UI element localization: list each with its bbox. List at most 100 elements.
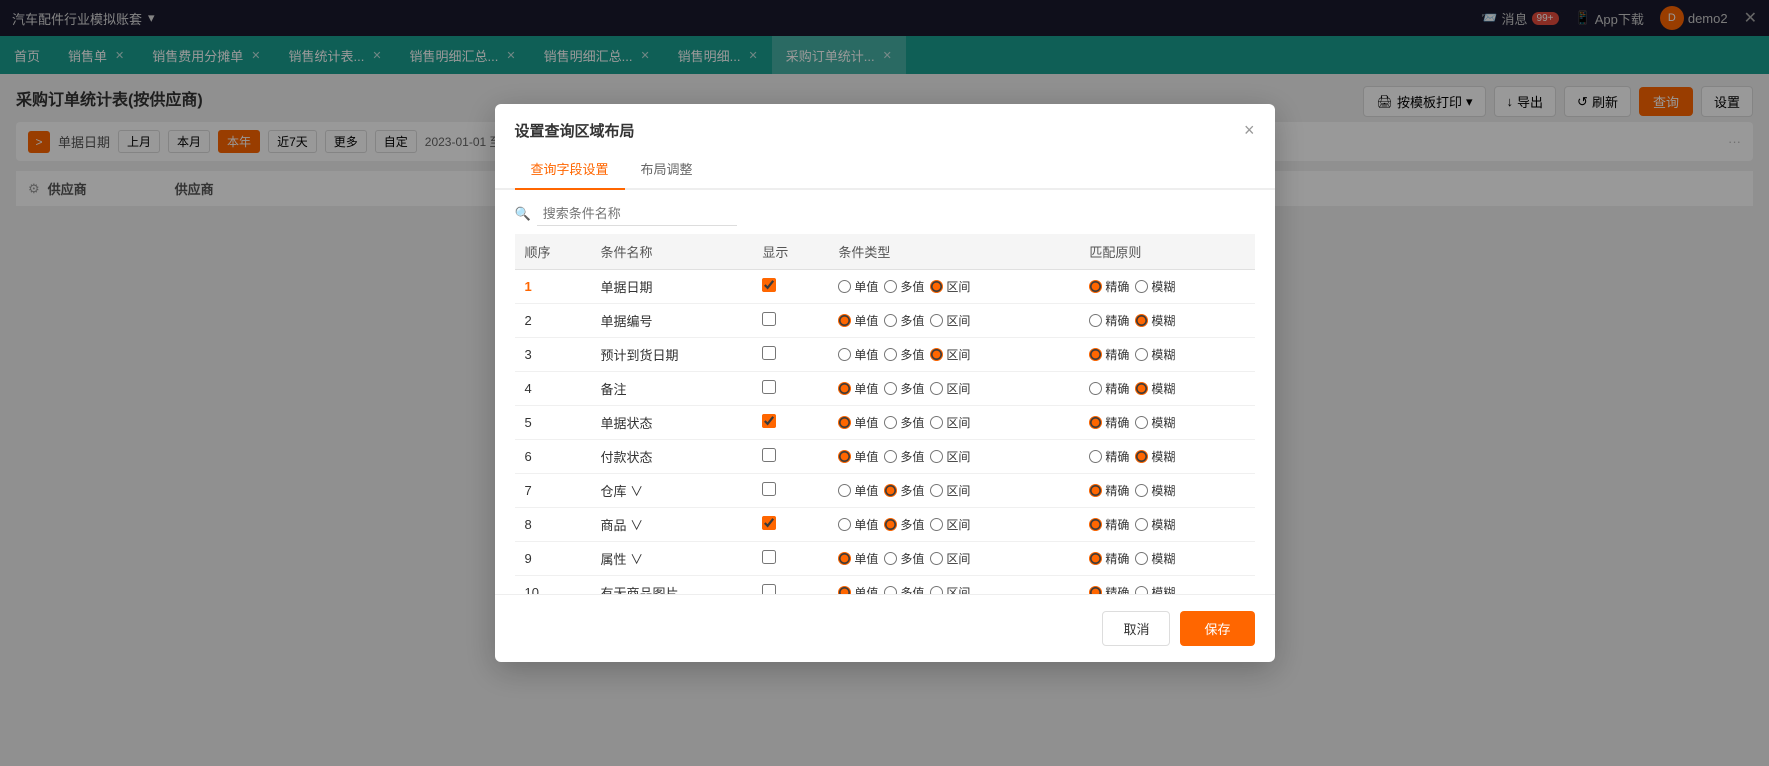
- row-show[interactable]: [752, 338, 828, 372]
- row-show[interactable]: [752, 474, 828, 508]
- type-option[interactable]: 单值: [838, 516, 878, 533]
- match-radio[interactable]: [1135, 484, 1148, 497]
- match-option[interactable]: 精确: [1089, 448, 1129, 465]
- type-radio[interactable]: [838, 280, 851, 293]
- type-radio[interactable]: [884, 586, 897, 594]
- match-radio[interactable]: [1135, 314, 1148, 327]
- type-option[interactable]: 多值: [884, 312, 924, 329]
- type-radio[interactable]: [838, 518, 851, 531]
- type-option[interactable]: 区间: [930, 312, 970, 329]
- match-option[interactable]: 模糊: [1135, 278, 1175, 295]
- type-option[interactable]: 多值: [884, 584, 924, 594]
- show-checkbox[interactable]: [762, 380, 776, 394]
- type-option[interactable]: 单值: [838, 448, 878, 465]
- show-checkbox[interactable]: [762, 448, 776, 462]
- type-radio[interactable]: [838, 314, 851, 327]
- match-option[interactable]: 模糊: [1135, 380, 1175, 397]
- type-option[interactable]: 单值: [838, 550, 878, 567]
- match-option[interactable]: 模糊: [1135, 448, 1175, 465]
- type-radio[interactable]: [838, 586, 851, 594]
- match-radio[interactable]: [1089, 348, 1102, 361]
- type-radio[interactable]: [838, 416, 851, 429]
- type-option[interactable]: 多值: [884, 550, 924, 567]
- type-option[interactable]: 单值: [838, 380, 878, 397]
- cancel-btn[interactable]: 取消: [1102, 611, 1170, 646]
- row-show[interactable]: [752, 304, 828, 338]
- match-radio[interactable]: [1089, 518, 1102, 531]
- match-radio[interactable]: [1135, 586, 1148, 594]
- show-checkbox[interactable]: [762, 550, 776, 564]
- type-option[interactable]: 区间: [930, 380, 970, 397]
- type-radio[interactable]: [884, 314, 897, 327]
- type-radio[interactable]: [930, 552, 943, 565]
- match-radio[interactable]: [1089, 416, 1102, 429]
- type-option[interactable]: 单值: [838, 584, 878, 594]
- match-radio[interactable]: [1089, 314, 1102, 327]
- type-option[interactable]: 区间: [930, 550, 970, 567]
- row-show[interactable]: [752, 576, 828, 595]
- type-radio[interactable]: [930, 450, 943, 463]
- type-radio[interactable]: [930, 586, 943, 594]
- type-radio[interactable]: [838, 552, 851, 565]
- match-radio[interactable]: [1089, 552, 1102, 565]
- type-option[interactable]: 区间: [930, 278, 970, 295]
- row-show[interactable]: [752, 406, 828, 440]
- match-radio[interactable]: [1089, 382, 1102, 395]
- type-option[interactable]: 单值: [838, 346, 878, 363]
- show-checkbox[interactable]: [762, 482, 776, 496]
- type-option[interactable]: 区间: [930, 516, 970, 533]
- type-option[interactable]: 单值: [838, 278, 878, 295]
- type-radio[interactable]: [884, 280, 897, 293]
- show-checkbox[interactable]: [762, 278, 776, 292]
- row-show[interactable]: [752, 372, 828, 406]
- type-radio[interactable]: [884, 416, 897, 429]
- show-checkbox[interactable]: [762, 346, 776, 360]
- match-option[interactable]: 模糊: [1135, 482, 1175, 499]
- type-radio[interactable]: [884, 552, 897, 565]
- match-option[interactable]: 精确: [1089, 516, 1129, 533]
- type-option[interactable]: 单值: [838, 482, 878, 499]
- match-option[interactable]: 模糊: [1135, 346, 1175, 363]
- save-btn[interactable]: 保存: [1180, 611, 1254, 646]
- type-option[interactable]: 多值: [884, 414, 924, 431]
- type-option[interactable]: 单值: [838, 312, 878, 329]
- type-radio[interactable]: [884, 450, 897, 463]
- type-radio[interactable]: [838, 484, 851, 497]
- show-checkbox[interactable]: [762, 516, 776, 530]
- type-option[interactable]: 区间: [930, 448, 970, 465]
- type-radio[interactable]: [930, 280, 943, 293]
- type-radio[interactable]: [930, 518, 943, 531]
- type-option[interactable]: 多值: [884, 278, 924, 295]
- type-radio[interactable]: [930, 382, 943, 395]
- show-checkbox[interactable]: [762, 584, 776, 594]
- match-option[interactable]: 精确: [1089, 380, 1129, 397]
- match-radio[interactable]: [1135, 552, 1148, 565]
- type-radio[interactable]: [930, 416, 943, 429]
- tab-layout-adjust[interactable]: 布局调整: [625, 153, 709, 190]
- type-option[interactable]: 区间: [930, 346, 970, 363]
- match-radio[interactable]: [1089, 280, 1102, 293]
- match-radio[interactable]: [1089, 450, 1102, 463]
- match-radio[interactable]: [1135, 416, 1148, 429]
- tab-query-fields[interactable]: 查询字段设置: [515, 153, 625, 190]
- match-radio[interactable]: [1135, 382, 1148, 395]
- match-radio[interactable]: [1135, 450, 1148, 463]
- type-radio[interactable]: [884, 382, 897, 395]
- row-show[interactable]: [752, 440, 828, 474]
- match-option[interactable]: 精确: [1089, 550, 1129, 567]
- type-radio[interactable]: [930, 314, 943, 327]
- match-radio[interactable]: [1089, 484, 1102, 497]
- match-option[interactable]: 模糊: [1135, 516, 1175, 533]
- type-option[interactable]: 多值: [884, 346, 924, 363]
- type-option[interactable]: 多值: [884, 448, 924, 465]
- search-input[interactable]: [537, 202, 737, 226]
- match-option[interactable]: 模糊: [1135, 312, 1175, 329]
- type-radio[interactable]: [838, 348, 851, 361]
- match-option[interactable]: 精确: [1089, 414, 1129, 431]
- type-radio[interactable]: [884, 518, 897, 531]
- show-checkbox[interactable]: [762, 414, 776, 428]
- type-option[interactable]: 单值: [838, 414, 878, 431]
- dialog-close-btn[interactable]: ×: [1244, 120, 1255, 141]
- type-option[interactable]: 区间: [930, 584, 970, 594]
- match-option[interactable]: 模糊: [1135, 584, 1175, 594]
